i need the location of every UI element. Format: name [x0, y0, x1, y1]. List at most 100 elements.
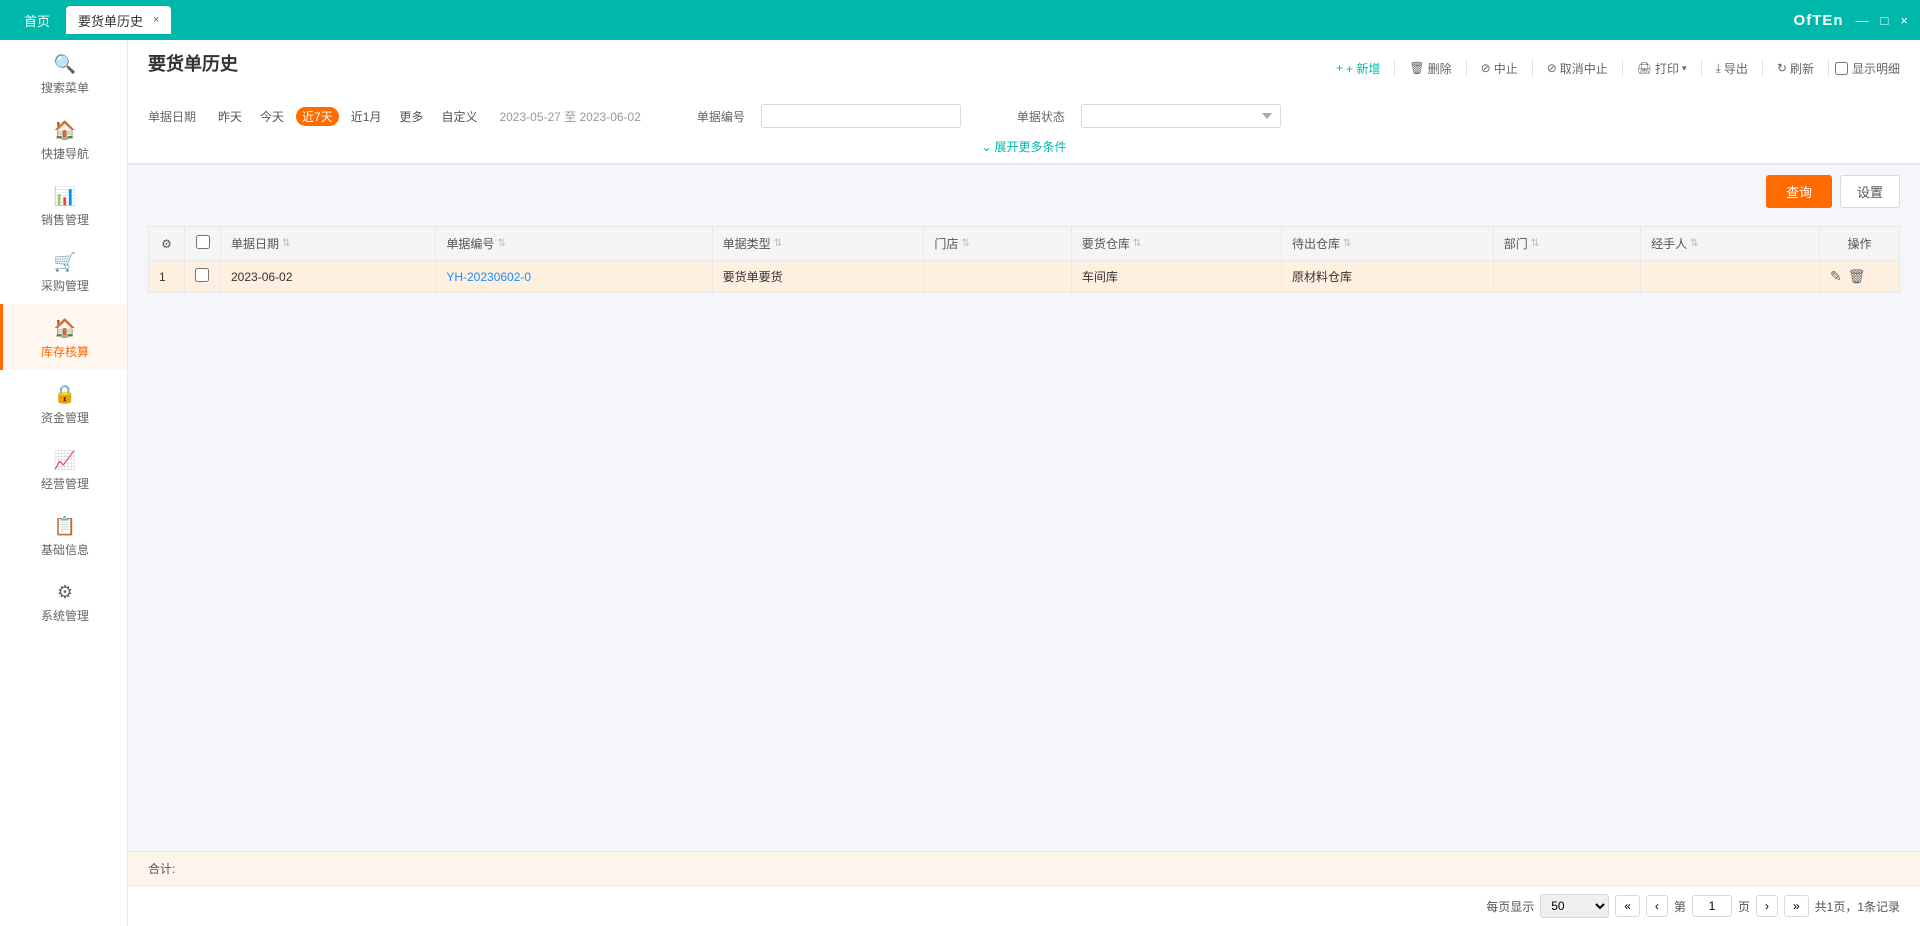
window-minimize-btn[interactable]: —	[1856, 13, 1869, 28]
date-btn-custom[interactable]: 自定义	[435, 107, 483, 126]
row-num: 1	[149, 261, 185, 293]
sidebar-item-operations[interactable]: 📈 经营管理	[0, 436, 127, 502]
show-detail-checkbox[interactable]	[1835, 62, 1848, 75]
add-icon: +	[1336, 61, 1343, 75]
tab-close-icon[interactable]: ×	[153, 14, 159, 26]
th-pending-warehouse[interactable]: 待出仓库 ⇅	[1281, 227, 1493, 261]
th-req-warehouse[interactable]: 要货仓库 ⇅	[1071, 227, 1281, 261]
date-btn-yesterday[interactable]: 昨天	[212, 107, 248, 126]
delete-button[interactable]: 🗑 删除	[1401, 56, 1459, 81]
row-checkbox[interactable]	[195, 268, 209, 282]
page-input[interactable]	[1692, 895, 1732, 917]
delete-label: 删除	[1428, 60, 1452, 77]
expand-more-btn[interactable]: ⌄ 展开更多条件	[981, 138, 1066, 155]
settings-label: 设置	[1857, 185, 1883, 200]
th-doc-no[interactable]: 单据编号 ⇅	[436, 227, 712, 261]
sidebar-item-purchase[interactable]: 🛒 采购管理	[0, 238, 127, 304]
sidebar-item-quick-nav[interactable]: 🏠 快捷导航	[0, 106, 127, 172]
print-label: 打印	[1655, 60, 1679, 77]
sidebar-item-finance[interactable]: 🔒 资金管理	[0, 370, 127, 436]
finance-icon: 🔒	[54, 384, 76, 405]
sort-req-warehouse[interactable]: 要货仓库 ⇅	[1082, 235, 1271, 252]
date-btn-1month[interactable]: 近1月	[345, 107, 388, 126]
delete-action-icon[interactable]: 🗑	[1848, 268, 1866, 285]
operations-icon: 📈	[54, 450, 76, 471]
refresh-button[interactable]: ↻ 刷新	[1769, 56, 1822, 81]
req-warehouse-value: 车间库	[1082, 270, 1118, 284]
show-detail-toggle[interactable]: 显示明细	[1835, 60, 1900, 77]
date-range-display: 2023-05-27 至 2023-06-02	[499, 108, 640, 125]
add-label: + 新增	[1346, 60, 1380, 77]
sidebar-item-search-label: 搜索菜单	[41, 79, 89, 96]
edit-action-icon[interactable]: ✎	[1830, 268, 1842, 285]
data-table: ⚙ 单据日期 ⇅	[148, 226, 1900, 293]
cancel-stop-button[interactable]: ⊘ 取消中止	[1539, 56, 1616, 81]
system-icon: ⚙	[57, 582, 73, 603]
print-button[interactable]: 🖨 打印 ▾	[1629, 56, 1695, 81]
row-req-warehouse: 车间库	[1071, 261, 1281, 293]
window-close-btn[interactable]: ×	[1900, 13, 1908, 28]
column-settings-icon[interactable]: ⚙	[161, 237, 172, 251]
sort-pending-warehouse[interactable]: 待出仓库 ⇅	[1292, 235, 1483, 252]
window-maximize-btn[interactable]: □	[1881, 13, 1889, 28]
sidebar-item-sales[interactable]: 📊 销售管理	[0, 172, 127, 238]
query-button[interactable]: 查询	[1766, 175, 1832, 208]
sidebar: 🔍 搜索菜单 🏠 快捷导航 📊 销售管理 🛒 采购管理 🏠 库存核算 🔒	[0, 40, 128, 926]
sep3	[1532, 60, 1533, 76]
sidebar-item-basic-info[interactable]: 📋 基础信息	[0, 502, 127, 568]
stop-icon: ⊘	[1481, 61, 1491, 75]
row-pending-warehouse: 原材料仓库	[1281, 261, 1493, 293]
per-page-label: 每页显示	[1486, 898, 1534, 915]
th-handler[interactable]: 经手人 ⇅	[1641, 227, 1820, 261]
row-store	[924, 261, 1071, 293]
status-select[interactable]	[1081, 104, 1281, 128]
brand-name: OfTEn	[1794, 12, 1844, 29]
sort-doc-type[interactable]: 单据类型 ⇅	[723, 235, 914, 252]
tab-requisition-history[interactable]: 要货单历史 ×	[66, 6, 171, 34]
settings-button[interactable]: 设置	[1840, 175, 1900, 208]
export-icon: ⤓	[1716, 61, 1721, 76]
page-title: 要货单历史	[148, 50, 238, 76]
th-dept[interactable]: 部门 ⇅	[1493, 227, 1640, 261]
sidebar-item-operations-label: 经营管理	[41, 475, 89, 492]
row-checkbox-cell	[185, 261, 221, 293]
last-page-btn[interactable]: »	[1784, 895, 1809, 917]
sort-doc-no[interactable]: 单据编号 ⇅	[446, 235, 701, 252]
sidebar-item-system[interactable]: ⚙ 系统管理	[0, 568, 127, 634]
sidebar-item-search-menu[interactable]: 🔍 搜索菜单	[0, 40, 127, 106]
th-doc-date[interactable]: 单据日期 ⇅	[221, 227, 436, 261]
add-button[interactable]: + + 新增	[1328, 56, 1388, 81]
th-store[interactable]: 门店 ⇅	[924, 227, 1071, 261]
doc-date-value: 2023-06-02	[231, 270, 292, 284]
date-btn-more[interactable]: 更多	[393, 107, 429, 126]
doc-no-input[interactable]	[761, 104, 961, 128]
date-btn-today[interactable]: 今天	[254, 107, 290, 126]
th-doc-no-label: 单据编号	[446, 235, 494, 252]
next-page-btn[interactable]: ›	[1756, 895, 1778, 917]
prev-page-btn[interactable]: ‹	[1646, 895, 1668, 917]
row-dept	[1493, 261, 1640, 293]
stop-button[interactable]: ⊘ 中止	[1473, 56, 1526, 81]
first-page-btn[interactable]: «	[1615, 895, 1640, 917]
per-page-select[interactable]: 50 100 200	[1540, 894, 1609, 918]
tab-requisition-label: 要货单历史	[78, 11, 143, 30]
th-settings[interactable]: ⚙	[149, 227, 185, 261]
doc-no-link[interactable]: YH-20230602-0	[446, 270, 531, 284]
th-doc-type[interactable]: 单据类型 ⇅	[712, 227, 924, 261]
refresh-icon: ↻	[1777, 61, 1787, 75]
export-button[interactable]: ⤓ 导出	[1708, 56, 1756, 81]
tab-home[interactable]: 首页	[12, 6, 62, 34]
date-btn-7days[interactable]: 近7天	[296, 107, 339, 126]
sort-dept[interactable]: 部门 ⇅	[1504, 235, 1630, 252]
sort-store[interactable]: 门店 ⇅	[934, 235, 1060, 252]
sidebar-item-system-label: 系统管理	[41, 607, 89, 624]
sort-handler[interactable]: 经手人 ⇅	[1651, 235, 1809, 252]
sidebar-item-inventory[interactable]: 🏠 库存核算	[0, 304, 127, 370]
select-all-checkbox[interactable]	[196, 235, 210, 249]
th-req-warehouse-label: 要货仓库	[1082, 235, 1130, 252]
print-dropdown-icon: ▾	[1682, 63, 1687, 74]
sort-doc-date[interactable]: 单据日期 ⇅	[231, 235, 425, 252]
filter-area: 单据日期 昨天 今天 近7天 近1月 更多 自定义 2023-05-27 至 2…	[128, 92, 1920, 164]
basicinfo-icon: 📋	[54, 516, 76, 537]
row-doc-no: YH-20230602-0	[436, 261, 712, 293]
